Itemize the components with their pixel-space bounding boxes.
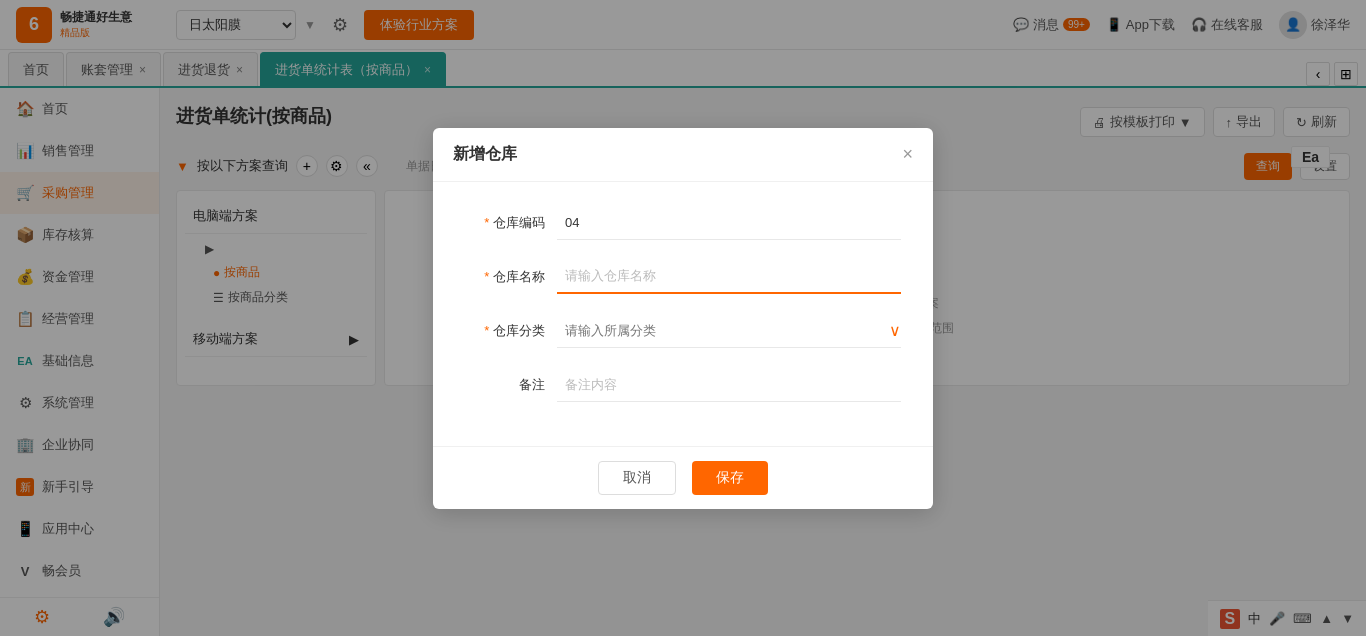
category-select-row: ∨ (557, 314, 901, 348)
name-input[interactable] (557, 260, 901, 294)
modal-title: 新增仓库 (453, 144, 517, 165)
form-row-code: * 仓库编码 (465, 206, 901, 240)
required-star-cat: * (484, 323, 489, 338)
required-star-name: * (484, 269, 489, 284)
form-row-name: * 仓库名称 (465, 260, 901, 294)
form-row-remark: 备注 (465, 368, 901, 402)
modal-body: * 仓库编码 * 仓库名称 * 仓库分类 (433, 182, 933, 446)
cancel-button[interactable]: 取消 (598, 461, 676, 495)
name-label: * 仓库名称 (465, 268, 545, 286)
category-dropdown-icon: ∨ (889, 321, 901, 340)
required-star-code: * (484, 215, 489, 230)
category-label: * 仓库分类 (465, 322, 545, 340)
save-button[interactable]: 保存 (692, 461, 768, 495)
modal-footer: 取消 保存 (433, 446, 933, 509)
warehouse-modal: 新增仓库 × * 仓库编码 * 仓库名称 (433, 128, 933, 509)
code-input[interactable] (557, 206, 901, 240)
modal-header: 新增仓库 × (433, 128, 933, 182)
remark-input[interactable] (557, 368, 901, 402)
category-input[interactable] (557, 314, 901, 348)
remark-label: 备注 (465, 376, 545, 394)
modal-overlay: 新增仓库 × * 仓库编码 * 仓库名称 (0, 0, 1366, 636)
form-row-category: * 仓库分类 ∨ (465, 314, 901, 348)
code-label: * 仓库编码 (465, 214, 545, 232)
modal-close-btn[interactable]: × (902, 144, 913, 165)
